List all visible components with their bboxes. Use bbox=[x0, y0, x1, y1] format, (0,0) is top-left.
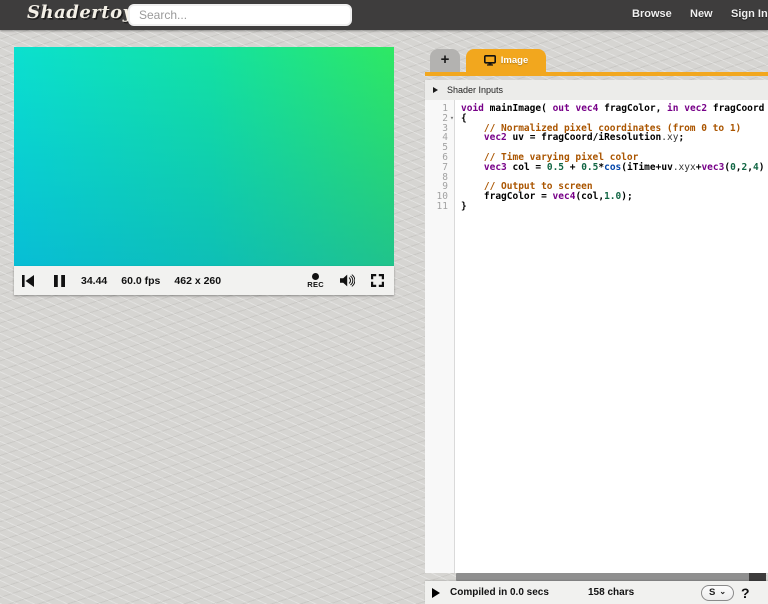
help-button[interactable]: ? bbox=[741, 585, 750, 601]
line-number: 5 bbox=[442, 142, 448, 154]
fullscreen-button[interactable] bbox=[371, 274, 384, 287]
nav-new-link[interactable]: New bbox=[690, 8, 713, 20]
player-bar: 34.44 60.0 fps 462 x 260 REC bbox=[14, 266, 394, 295]
line-number: 2 ▾ bbox=[442, 112, 455, 124]
playback-time: 34.44 bbox=[81, 274, 108, 287]
shader-player: 34.44 60.0 fps 462 x 260 REC bbox=[14, 47, 394, 295]
pause-button[interactable] bbox=[54, 274, 65, 287]
record-button[interactable]: REC bbox=[307, 272, 324, 289]
export-select-value: S bbox=[708, 587, 716, 598]
tab-underline bbox=[425, 72, 768, 76]
line-number: 4 bbox=[442, 132, 448, 144]
scrollbar-end-cap bbox=[749, 573, 766, 581]
record-icon bbox=[312, 272, 320, 280]
char-count: 158 chars bbox=[588, 587, 635, 598]
tab-new[interactable]: + bbox=[430, 49, 460, 72]
line-number: 7 bbox=[442, 161, 448, 173]
tab-image[interactable]: Image bbox=[466, 49, 546, 72]
expand-arrow-icon[interactable] bbox=[432, 587, 440, 598]
record-label: REC bbox=[307, 279, 324, 289]
tab-image-label: Image bbox=[500, 55, 529, 66]
line-number: 6 bbox=[442, 151, 448, 163]
volume-icon bbox=[340, 274, 355, 287]
line-number: 8 bbox=[442, 171, 448, 183]
horizontal-scrollbar[interactable] bbox=[456, 573, 766, 581]
code-area: 1 void mainImage( out vec4 fragColor, in … bbox=[425, 104, 768, 212]
volume-button[interactable] bbox=[340, 274, 355, 287]
line-number: 1 bbox=[442, 103, 448, 114]
fps-readout: 60.0 fps bbox=[121, 274, 161, 287]
chevron-down-icon: ⌄ bbox=[719, 587, 727, 596]
search-input[interactable] bbox=[128, 4, 352, 26]
shader-inputs-label: Shader Inputs bbox=[447, 85, 504, 95]
nav-signin-link[interactable]: Sign In bbox=[731, 8, 768, 20]
shader-inputs-toggle[interactable]: Shader Inputs bbox=[425, 80, 768, 100]
fullscreen-icon bbox=[371, 274, 384, 287]
header: Shadertoy Browse New Sign In bbox=[0, 0, 768, 30]
line-number: 3 bbox=[442, 122, 448, 134]
export-select[interactable]: S ⌄ bbox=[701, 584, 734, 601]
shader-canvas[interactable] bbox=[14, 47, 394, 266]
status-bar: Compiled in 0.0 secs 158 chars S ⌄ ? bbox=[425, 581, 768, 604]
shadertoy-logo[interactable]: Shadertoy bbox=[27, 2, 134, 23]
code-line: 10 fragColor = vec4(col,1.0); bbox=[425, 192, 768, 202]
code-line: 11} bbox=[425, 202, 768, 212]
monitor-icon bbox=[483, 55, 496, 66]
compile-status: Compiled in 0.0 secs bbox=[450, 587, 549, 598]
rewind-button[interactable] bbox=[22, 274, 34, 287]
editor-panel: + Image Shader Inputs 1 void mainImage( o… bbox=[425, 47, 768, 604]
line-number: 11 bbox=[436, 200, 448, 212]
skip-to-start-icon bbox=[22, 274, 34, 287]
collapsed-arrow-icon bbox=[433, 87, 438, 93]
code-line: 4 vec2 uv = fragCoord/iResolution.xy; bbox=[425, 133, 768, 143]
nav-browse-link[interactable]: Browse bbox=[632, 8, 672, 20]
resolution-readout: 462 x 260 bbox=[174, 274, 222, 287]
code-line: 7 vec3 col = 0.5 + 0.5*cos(iTime+uv.xyx+… bbox=[425, 161, 768, 173]
pause-icon bbox=[54, 274, 65, 287]
code-editor[interactable]: 1 void mainImage( out vec4 fragColor, in … bbox=[425, 100, 768, 573]
code-line: 1 void mainImage( out vec4 fragColor, in … bbox=[425, 104, 768, 114]
tab-bar: + Image bbox=[425, 47, 768, 72]
